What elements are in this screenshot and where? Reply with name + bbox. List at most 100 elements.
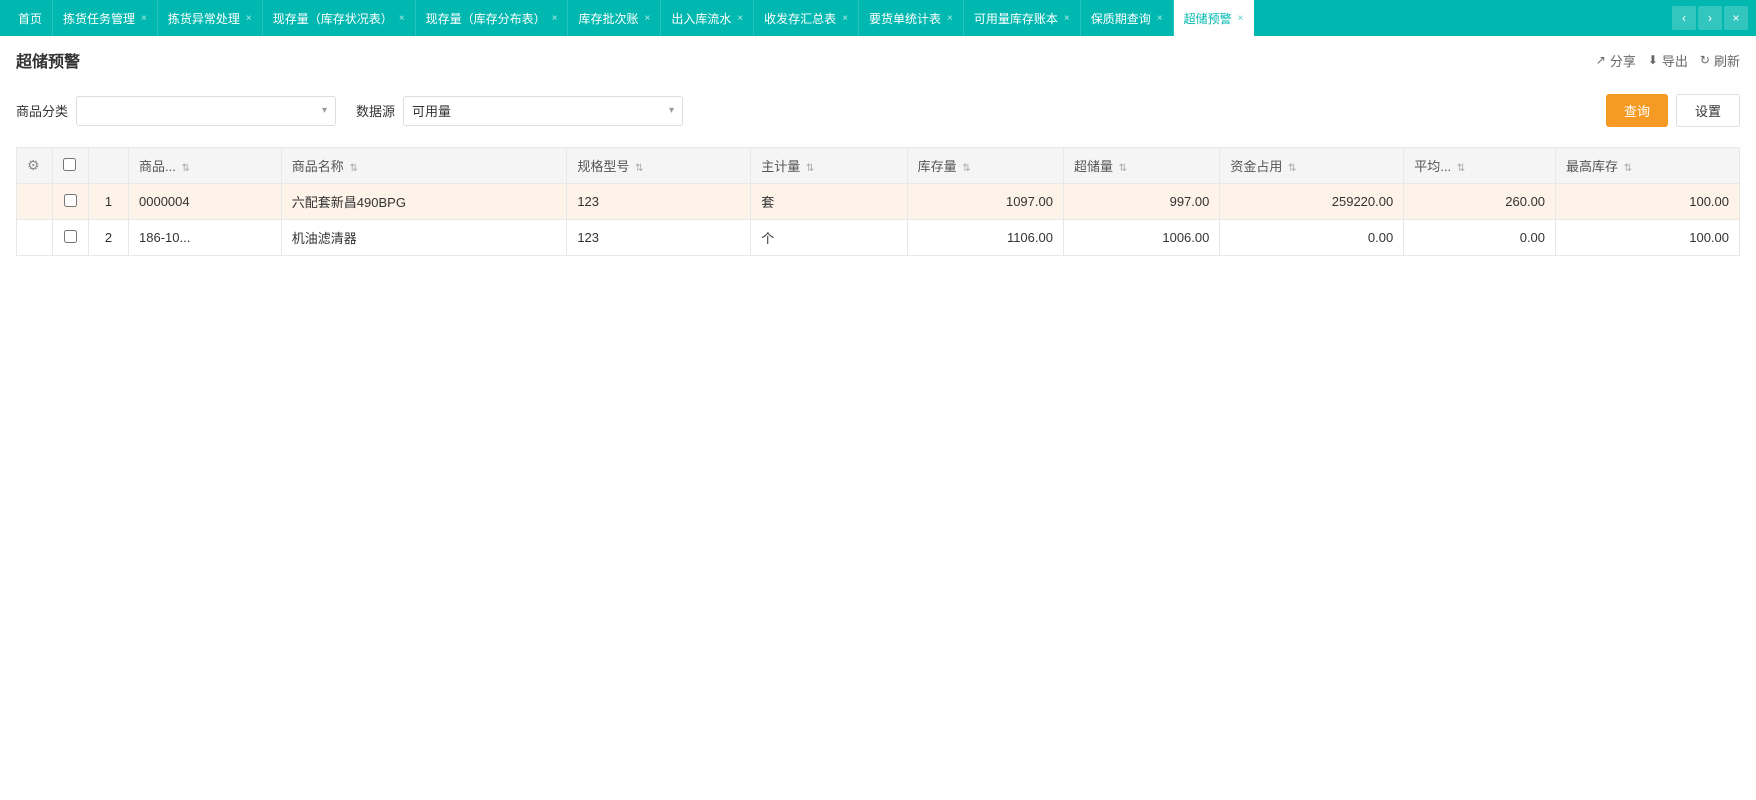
- category-select-text: [85, 103, 89, 118]
- table-row: 1 0000004 六配套新昌490BPG 123 套 1097.00 997.…: [17, 184, 1740, 220]
- col-header-avg[interactable]: 平均... ⇅: [1404, 148, 1556, 184]
- col-label-avg: 平均...: [1414, 159, 1451, 174]
- page-actions: ↗ 分享 ⬇ 导出 ↻ 刷新: [1596, 51, 1740, 70]
- datasource-select-text: 可用量: [412, 101, 451, 120]
- nav-item-tugou-task[interactable]: 拣货任务管理 ×: [53, 0, 158, 36]
- row-max-stock: 100.00: [1556, 184, 1740, 220]
- close-icon-batch-account[interactable]: ×: [644, 13, 650, 24]
- select-all-checkbox[interactable]: [63, 158, 76, 171]
- nav-item-overstock-warning[interactable]: 超储预警 ×: [1174, 0, 1255, 36]
- nav-item-batch-account[interactable]: 库存批次账 ×: [568, 0, 661, 36]
- close-icon-receive-summary[interactable]: ×: [842, 13, 848, 24]
- close-icon-available-account[interactable]: ×: [1064, 13, 1070, 24]
- row-gear-cell: [17, 184, 53, 220]
- row-checkbox-1[interactable]: [64, 230, 77, 243]
- page-title: 超储预警: [16, 48, 80, 72]
- nav-item-tugou-exception[interactable]: 拣货异常处理 ×: [158, 0, 263, 36]
- nav-item-receive-summary[interactable]: 收发存汇总表 ×: [754, 0, 859, 36]
- close-icon-order-stats[interactable]: ×: [947, 13, 953, 24]
- close-icon-tugou-exception[interactable]: ×: [246, 13, 252, 24]
- category-chevron-down-icon: ▾: [322, 105, 327, 116]
- query-button[interactable]: 查询: [1606, 94, 1668, 127]
- category-label: 商品分类: [16, 101, 68, 120]
- col-header-checkbox[interactable]: [53, 148, 89, 184]
- col-label-capital: 资金占用: [1230, 159, 1282, 174]
- nav-label-receive-summary: 收发存汇总表: [764, 10, 836, 27]
- export-icon: ⬇: [1648, 53, 1658, 67]
- col-header-stock[interactable]: 库存量 ⇅: [907, 148, 1063, 184]
- col-label-spec: 规格型号: [577, 159, 629, 174]
- row-product-code: 0000004: [129, 184, 282, 220]
- nav-item-inventory-status[interactable]: 现存量（库存状况表） ×: [263, 0, 416, 36]
- nav-item-inventory-dist[interactable]: 现存量（库存分布表） ×: [416, 0, 569, 36]
- col-header-capital[interactable]: 资金占用 ⇅: [1220, 148, 1404, 184]
- row-product-name: 机油滤清器: [281, 220, 567, 256]
- nav-arrows: ‹ › ×: [1672, 6, 1748, 30]
- filter-actions: 查询 设置: [1606, 94, 1740, 127]
- nav-label-tugou-exception: 拣货异常处理: [168, 10, 240, 27]
- table-header-row: ⚙ 商品... ⇅ 商品名称 ⇅ 规格型号 ⇅: [17, 148, 1740, 184]
- row-overstock: 997.00: [1063, 184, 1219, 220]
- sort-icon-overstock: ⇅: [1119, 163, 1127, 174]
- col-label-overstock: 超储量: [1074, 159, 1113, 174]
- nav-item-inout-flow[interactable]: 出入库流水 ×: [661, 0, 754, 36]
- export-action[interactable]: ⬇ 导出: [1648, 51, 1688, 70]
- col-header-overstock[interactable]: 超储量 ⇅: [1063, 148, 1219, 184]
- row-capital: 259220.00: [1220, 184, 1404, 220]
- row-number: 1: [89, 184, 129, 220]
- row-spec: 123: [567, 220, 751, 256]
- nav-label-tugou-task: 拣货任务管理: [63, 10, 135, 27]
- nav-arrow-left-button[interactable]: ‹: [1672, 6, 1696, 30]
- nav-label-inout-flow: 出入库流水: [671, 10, 731, 27]
- datasource-select[interactable]: 可用量 ▾: [403, 96, 683, 126]
- col-label-stock: 库存量: [918, 159, 957, 174]
- export-label: 导出: [1662, 51, 1688, 70]
- close-icon-tugou-task[interactable]: ×: [141, 13, 147, 24]
- refresh-action[interactable]: ↻ 刷新: [1700, 51, 1740, 70]
- sort-icon-unit: ⇅: [806, 163, 814, 174]
- row-checkbox-cell[interactable]: [53, 220, 89, 256]
- category-select[interactable]: ▾: [76, 96, 336, 126]
- nav-arrow-right-button[interactable]: ›: [1698, 6, 1722, 30]
- nav-label-overstock-warning: 超储预警: [1184, 10, 1232, 27]
- sort-icon-product-code: ⇅: [181, 163, 189, 174]
- settings-button[interactable]: 设置: [1676, 94, 1740, 127]
- nav-item-order-stats[interactable]: 要货单统计表 ×: [859, 0, 964, 36]
- top-navigation: 首页 拣货任务管理 × 拣货异常处理 × 现存量（库存状况表） × 现存量（库存…: [0, 0, 1756, 36]
- nav-item-home[interactable]: 首页: [8, 0, 53, 36]
- row-max-stock: 100.00: [1556, 220, 1740, 256]
- close-icon-quality-query[interactable]: ×: [1157, 13, 1163, 24]
- nav-label-available-account: 可用量库存账本: [974, 10, 1058, 27]
- row-checkbox-cell[interactable]: [53, 184, 89, 220]
- row-spec: 123: [567, 184, 751, 220]
- row-unit: 个: [751, 220, 907, 256]
- filter-category: 商品分类 ▾: [16, 96, 336, 126]
- close-icon-overstock-warning[interactable]: ×: [1238, 13, 1244, 24]
- close-icon-inout-flow[interactable]: ×: [737, 13, 743, 24]
- col-header-unit[interactable]: 主计量 ⇅: [751, 148, 907, 184]
- close-icon-inventory-status[interactable]: ×: [399, 13, 405, 24]
- close-icon-inventory-dist[interactable]: ×: [552, 13, 558, 24]
- table-row: 2 186-10... 机油滤清器 123 个 1106.00 1006.00 …: [17, 220, 1740, 256]
- col-header-max-stock[interactable]: 最高库存 ⇅: [1556, 148, 1740, 184]
- col-header-product-code[interactable]: 商品... ⇅: [129, 148, 282, 184]
- nav-arrow-close-button[interactable]: ×: [1724, 6, 1748, 30]
- col-header-product-name[interactable]: 商品名称 ⇅: [281, 148, 567, 184]
- col-label-product-name: 商品名称: [292, 159, 344, 174]
- row-number: 2: [89, 220, 129, 256]
- nav-item-quality-query[interactable]: 保质期查询 ×: [1081, 0, 1174, 36]
- col-header-gear[interactable]: ⚙: [17, 148, 53, 184]
- col-header-spec[interactable]: 规格型号 ⇅: [567, 148, 751, 184]
- nav-label-inventory-status: 现存量（库存状况表）: [273, 10, 393, 27]
- row-checkbox-0[interactable]: [64, 194, 77, 207]
- sort-icon-max-stock: ⇅: [1624, 163, 1632, 174]
- nav-item-available-account[interactable]: 可用量库存账本 ×: [964, 0, 1081, 36]
- share-action[interactable]: ↗ 分享: [1596, 51, 1636, 70]
- sort-icon-stock: ⇅: [962, 163, 970, 174]
- page-header: 超储预警 ↗ 分享 ⬇ 导出 ↻ 刷新: [16, 48, 1740, 72]
- data-table: ⚙ 商品... ⇅ 商品名称 ⇅ 规格型号 ⇅: [16, 147, 1740, 256]
- col-label-product-code: 商品...: [139, 159, 176, 174]
- nav-label-home: 首页: [18, 10, 42, 27]
- share-icon: ↗: [1596, 53, 1606, 67]
- page-content: 超储预警 ↗ 分享 ⬇ 导出 ↻ 刷新 商品分类 ▾ 数据源: [0, 36, 1756, 800]
